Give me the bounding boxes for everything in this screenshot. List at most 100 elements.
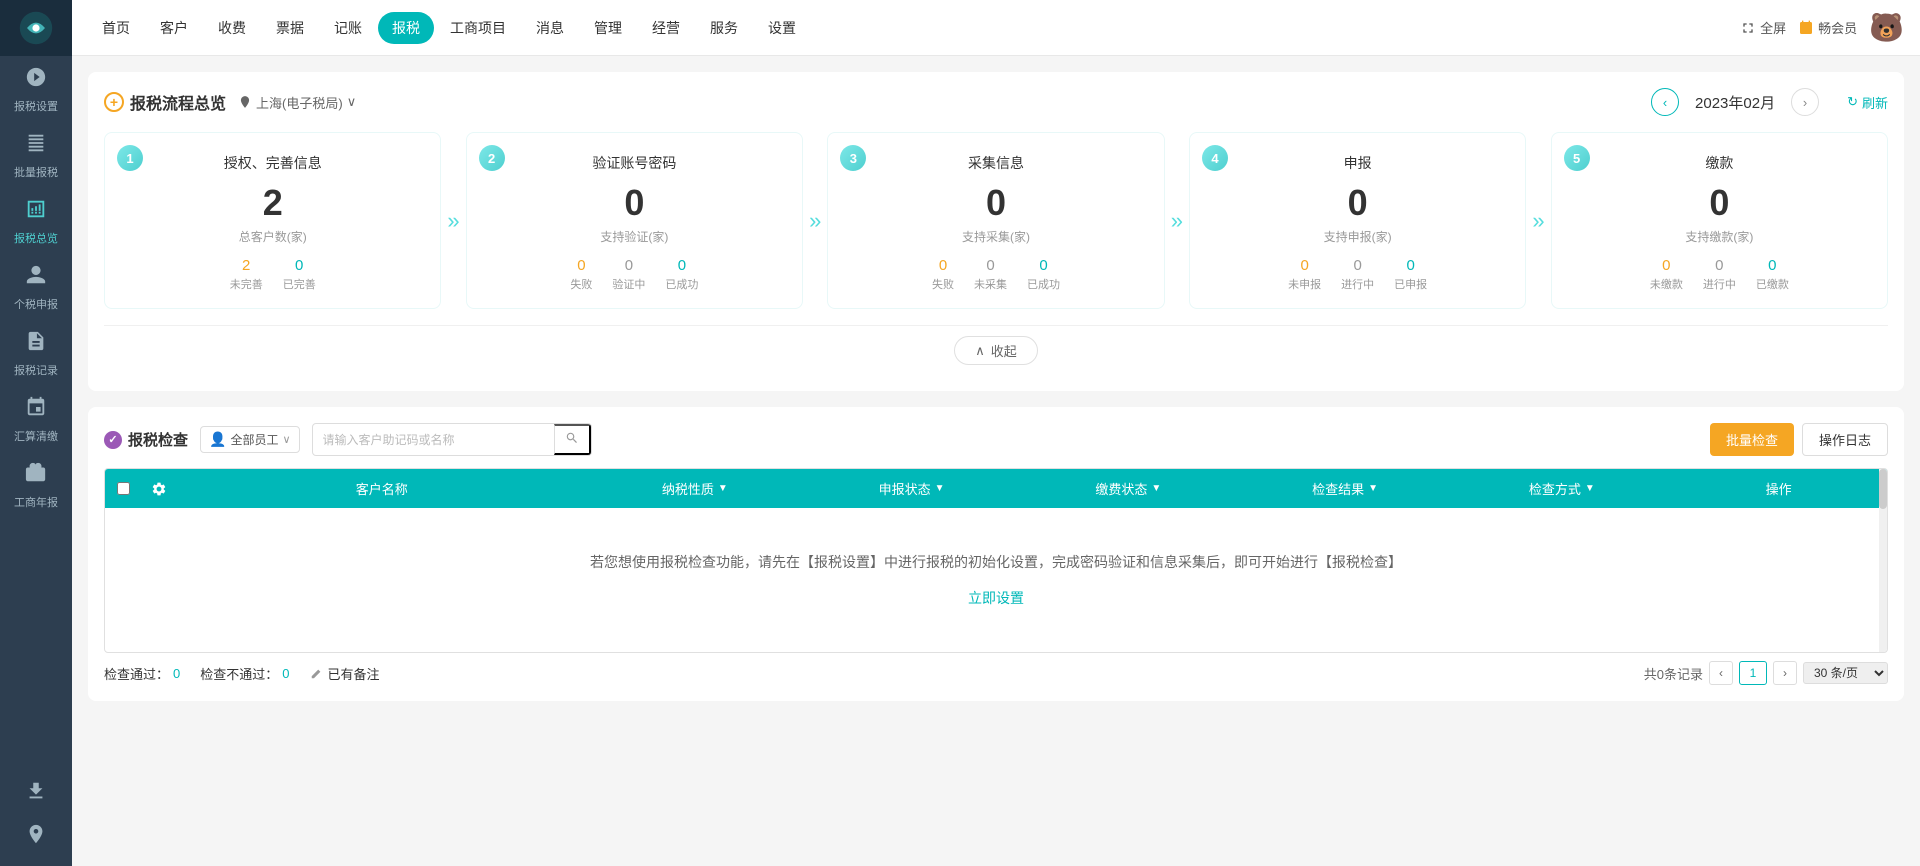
staff-icon: 👤 [209, 431, 226, 448]
nav-messages[interactable]: 消息 [522, 12, 578, 44]
sidebar-item-personal-tax[interactable]: 个税申报 [0, 254, 72, 320]
page-size-selector[interactable]: 30 条/页 50 条/页 100 条/页 [1803, 662, 1888, 684]
filter-icon-3: ▼ [1151, 483, 1161, 494]
table-header: 客户名称 纳税性质 ▼ 申报状态 ▼ 缴费状态 ▼ [105, 469, 1887, 508]
tax-settings-icon [25, 66, 47, 94]
nav-tax[interactable]: 报税 [378, 12, 434, 44]
location-icon [25, 823, 47, 848]
refresh-icon: ↻ [1847, 94, 1858, 110]
nav-settings[interactable]: 设置 [754, 12, 810, 44]
step-5-num: 5 [1564, 145, 1590, 171]
nav-operations[interactable]: 经营 [638, 12, 694, 44]
th-check-method[interactable]: 检查方式 ▼ [1454, 469, 1671, 508]
th-tax-nature[interactable]: 纳税性质 ▼ [587, 469, 804, 508]
total-records: 共0条记录 [1644, 664, 1703, 683]
th-payment-status[interactable]: 缴费状态 ▼ [1020, 469, 1237, 508]
nav-home[interactable]: 首页 [88, 12, 144, 44]
stat-paying: 0 进行中 [1703, 257, 1736, 292]
arrow-2-3: » [803, 132, 827, 309]
check-actions: 批量检查 操作日志 [1710, 423, 1888, 456]
prev-page-btn[interactable]: ‹ [1709, 661, 1733, 685]
nav-accounting[interactable]: 记账 [320, 12, 376, 44]
refresh-btn[interactable]: ↻ 刷新 [1847, 93, 1888, 112]
nav-fees[interactable]: 收费 [204, 12, 260, 44]
step-2-stats: 0 失败 0 验证中 0 已成功 [483, 257, 786, 292]
th-customer-name: 客户名称 [177, 469, 587, 508]
th-gear[interactable] [141, 481, 177, 497]
stat-success: 0 已成功 [665, 257, 698, 292]
check-icon: ✓ [104, 431, 122, 449]
personal-tax-icon [25, 264, 47, 292]
stat-filing: 0 进行中 [1341, 257, 1374, 292]
main-content: 首页 客户 收费 票据 记账 报税 工商项目 消息 管理 经营 服务 设置 全屏… [72, 0, 1920, 866]
setup-link[interactable]: 立即设置 [968, 590, 1024, 606]
step-4-num: 4 [1202, 145, 1228, 171]
nav-services[interactable]: 服务 [696, 12, 752, 44]
arrow-3-4: » [1165, 132, 1189, 309]
stat-not-collected: 0 未采集 [974, 257, 1007, 292]
select-all-checkbox[interactable] [117, 482, 130, 495]
step-3-stats: 0 失败 0 未采集 0 已成功 [844, 257, 1147, 292]
fail-count[interactable]: 0 [282, 666, 289, 681]
steps-row: 1 授权、完善信息 2 总客户数(家) 2 未完善 0 已完善 [104, 132, 1888, 309]
top-navigation: 首页 客户 收费 票据 记账 报税 工商项目 消息 管理 经营 服务 设置 全屏… [72, 0, 1920, 56]
scroll-thumb[interactable] [1879, 469, 1887, 509]
current-page[interactable]: 1 [1739, 661, 1767, 685]
sidebar-item-tax-records[interactable]: 报税记录 [0, 320, 72, 386]
scroll-track[interactable] [1879, 469, 1887, 652]
app-logo [0, 0, 72, 56]
tax-overview-icon [25, 198, 47, 226]
nav-invoices[interactable]: 票据 [262, 12, 318, 44]
operation-log-btn[interactable]: 操作日志 [1802, 423, 1888, 456]
collapse-btn[interactable]: ∧ 收起 [954, 336, 1038, 365]
search-input[interactable] [313, 428, 554, 452]
step-1-title: 授权、完善信息 [121, 153, 424, 173]
th-operation: 操作 [1670, 469, 1887, 508]
step-2-title: 验证账号密码 [483, 153, 786, 173]
sidebar-item-download[interactable] [0, 770, 72, 813]
panel-header: + 报税流程总览 上海(电子税局) ∨ ‹ 2023年02月 › ↻ 刷新 [104, 88, 1888, 116]
sidebar-item-tax-settings[interactable]: 报税设置 [0, 56, 72, 122]
staff-selector[interactable]: 👤 全部员工 ∨ [200, 426, 300, 453]
member-label: 畅会员 [1818, 18, 1857, 37]
next-page-btn[interactable]: › [1773, 661, 1797, 685]
sidebar-item-annual-report[interactable]: 工商年报 [0, 452, 72, 518]
arrow-1-2: » [441, 132, 465, 309]
step-3-card: 3 采集信息 0 支持采集(家) 0 失败 0 未采集 [827, 132, 1164, 309]
prev-month-btn[interactable]: ‹ [1651, 88, 1679, 116]
nav-management[interactable]: 管理 [580, 12, 636, 44]
step-5-stats: 0 未缴款 0 进行中 0 已缴款 [1568, 257, 1871, 292]
current-month: 2023年02月 [1695, 92, 1775, 113]
arrow-4-5: » [1526, 132, 1550, 309]
filter-icon-2: ▼ [935, 483, 945, 494]
step-2-subtitle: 支持验证(家) [483, 228, 786, 245]
nav-business[interactable]: 工商项目 [436, 12, 520, 44]
fullscreen-btn[interactable]: 全屏 [1740, 18, 1786, 37]
sidebar-item-label: 报税记录 [14, 362, 58, 378]
step-1-card: 1 授权、完善信息 2 总客户数(家) 2 未完善 0 已完善 [104, 132, 441, 309]
location-chevron-icon: ∨ [347, 94, 357, 110]
th-filing-status[interactable]: 申报状态 ▼ [803, 469, 1020, 508]
step-1-subtitle: 总客户数(家) [121, 228, 424, 245]
next-month-btn[interactable]: › [1791, 88, 1819, 116]
sidebar-item-location[interactable] [0, 813, 72, 856]
sidebar-item-tax-overview[interactable]: 报税总览 [0, 188, 72, 254]
location-badge[interactable]: 上海(电子税局) ∨ [238, 93, 356, 112]
search-button[interactable] [554, 424, 591, 455]
th-check-result[interactable]: 检查结果 ▼ [1237, 469, 1454, 508]
member-btn[interactable]: 畅会员 [1798, 18, 1857, 37]
sidebar-item-annual-settlement[interactable]: 汇算清缴 [0, 386, 72, 452]
annual-report-icon [25, 462, 47, 490]
batch-check-btn[interactable]: 批量检查 [1710, 423, 1794, 456]
sidebar-item-batch-tax[interactable]: 批量报税 [0, 122, 72, 188]
step-4-title: 申报 [1206, 153, 1509, 173]
sidebar-item-label: 工商年报 [14, 494, 58, 510]
nav-customer[interactable]: 客户 [146, 12, 202, 44]
th-checkbox[interactable] [105, 482, 141, 495]
step-1-count: 2 [121, 181, 424, 224]
filter-icon-1: ▼ [718, 483, 728, 494]
pass-count[interactable]: 0 [173, 666, 180, 681]
step-3-count: 0 [844, 181, 1147, 224]
stat-collect-fail: 0 失败 [932, 257, 954, 292]
annual-settlement-icon [25, 396, 47, 424]
